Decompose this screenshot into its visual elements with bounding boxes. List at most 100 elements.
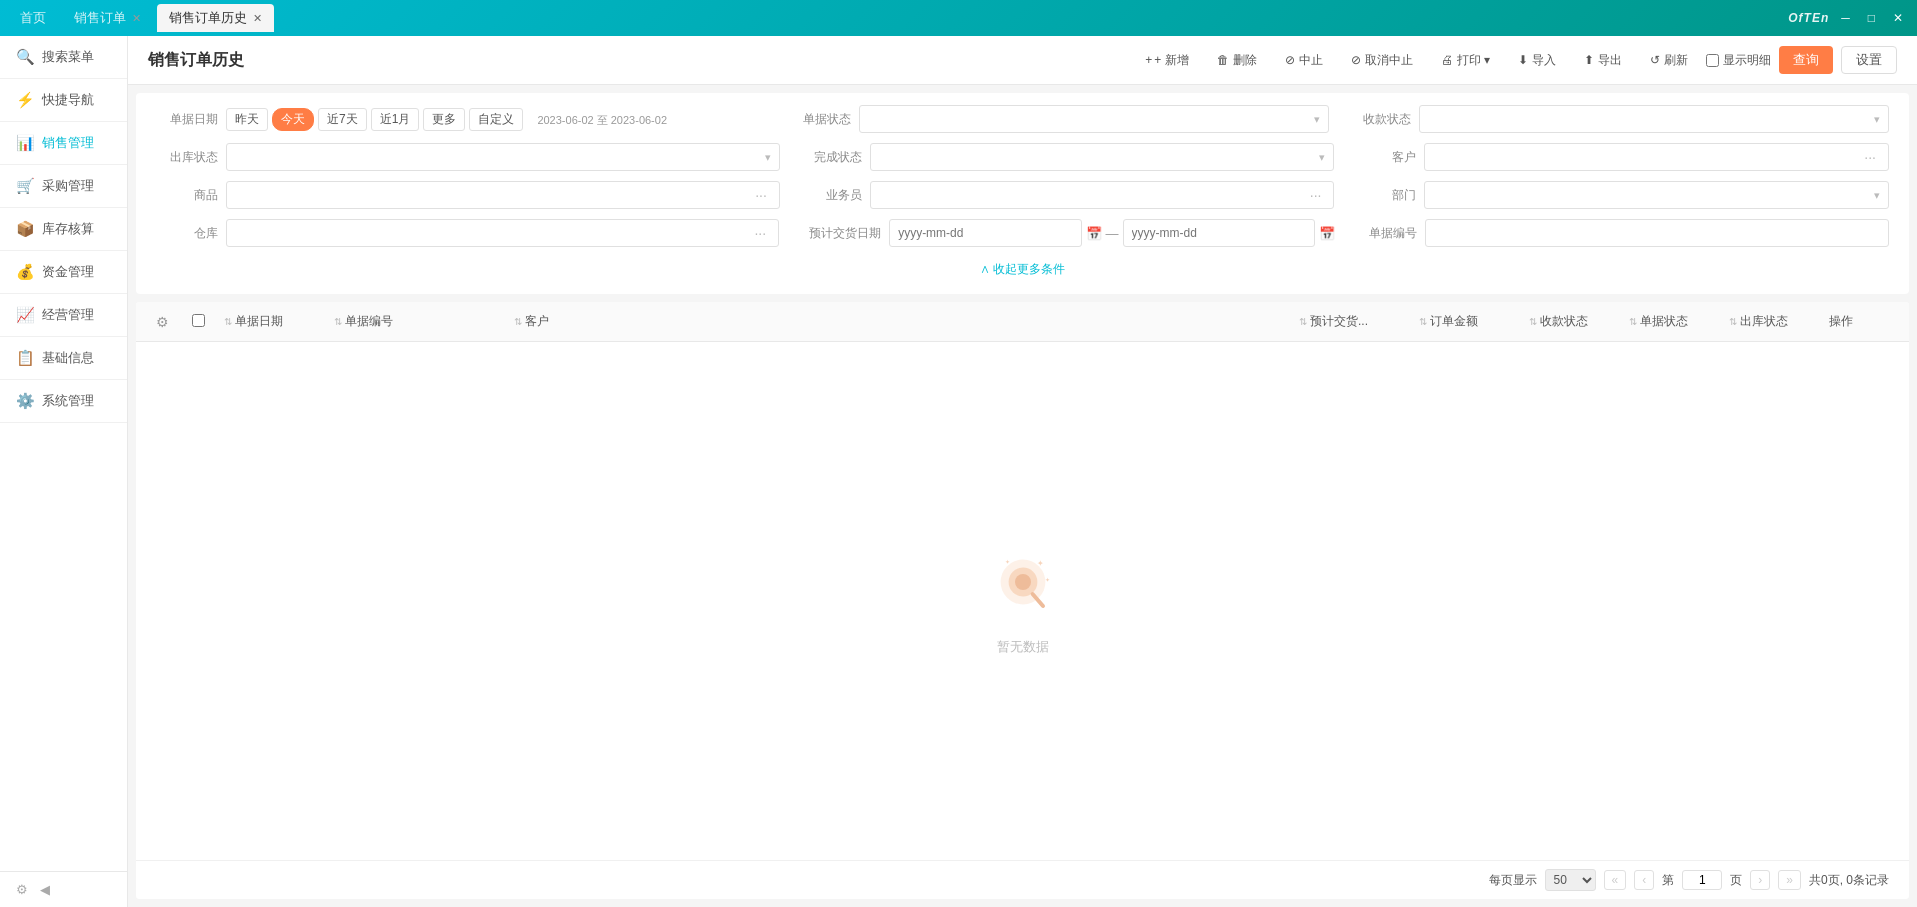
date-btn-7days[interactable]: 近7天 <box>318 108 367 131</box>
tab-home-label: 首页 <box>20 9 46 27</box>
last-page-btn[interactable]: » <box>1778 870 1801 890</box>
tab-sales-order-history[interactable]: 销售订单历史 ✕ <box>157 4 274 32</box>
out-status-chevron-icon: ▾ <box>765 151 771 164</box>
new-button[interactable]: + + 新增 <box>1135 48 1198 73</box>
delivery-date-from[interactable] <box>889 219 1081 247</box>
maximize-btn[interactable]: □ <box>1862 11 1881 25</box>
purchase-icon: 🛒 <box>16 177 34 195</box>
basic-info-icon: 📋 <box>16 349 34 367</box>
date-btn-today[interactable]: 今天 <box>272 108 314 131</box>
sidebar-item-system-label: 系统管理 <box>42 392 94 410</box>
settings-button[interactable]: 设置 <box>1841 46 1897 74</box>
print-icon: 🖨 <box>1441 53 1453 67</box>
th-doc-status[interactable]: ⇅ 单据状态 <box>1621 313 1721 330</box>
next-page-btn[interactable]: › <box>1750 870 1770 890</box>
prev-page-btn[interactable]: ‹ <box>1634 870 1654 890</box>
customer-ellipsis[interactable]: ··· <box>1860 149 1880 165</box>
sidebar-item-search-menu[interactable]: 🔍 搜索菜单 <box>0 36 127 79</box>
tab-home[interactable]: 首页 <box>8 4 58 32</box>
doc-number-input[interactable] <box>1425 219 1889 247</box>
sidebar-bottom: ⚙ ◀ <box>0 871 127 907</box>
status-select[interactable]: ▾ <box>859 105 1329 133</box>
page-size-select[interactable]: 50 20 100 200 <box>1545 869 1596 891</box>
collapse-icon[interactable]: ◀ <box>40 882 50 897</box>
tab-sales-order-close[interactable]: ✕ <box>132 12 141 25</box>
sidebar-item-sales[interactable]: 📊 销售管理 <box>0 122 127 165</box>
table-select-all[interactable] <box>180 314 216 330</box>
sidebar-item-purchase[interactable]: 🛒 采购管理 <box>0 165 127 208</box>
query-button[interactable]: 查询 <box>1779 46 1833 74</box>
show-detail-checkbox[interactable] <box>1706 54 1719 67</box>
pay-status-select[interactable]: ▾ <box>1419 105 1889 133</box>
calendar-from-icon[interactable]: 📅 <box>1086 226 1102 241</box>
sidebar-item-operations[interactable]: 📈 经营管理 <box>0 294 127 337</box>
sort-icon-number: ⇅ <box>334 316 342 327</box>
department-chevron-icon: ▾ <box>1874 189 1880 202</box>
th-action: 操作 <box>1821 313 1901 330</box>
cancel-stop-button[interactable]: ⊘ 取消中止 <box>1341 48 1423 73</box>
date-btn-more[interactable]: 更多 <box>423 108 465 131</box>
page-size-label: 每页显示 <box>1489 872 1537 889</box>
status-label: 单据状态 <box>789 111 859 128</box>
select-all-checkbox[interactable] <box>192 314 205 327</box>
delete-button[interactable]: 🗑 删除 <box>1207 48 1267 73</box>
date-btn-yesterday[interactable]: 昨天 <box>226 108 268 131</box>
customer-input[interactable]: ··· <box>1424 143 1889 171</box>
th-doc-date[interactable]: ⇅ 单据日期 <box>216 313 326 330</box>
warehouse-input[interactable]: ··· <box>226 219 779 247</box>
delivery-date-label: 预计交货日期 <box>799 225 889 242</box>
pay-status-label: 收款状态 <box>1349 111 1419 128</box>
export-button[interactable]: ⬆ 导出 <box>1574 48 1632 73</box>
main-layout: 🔍 搜索菜单 ⚡ 快捷导航 📊 销售管理 🛒 采购管理 📦 库存核算 💰 资金管… <box>0 36 1917 907</box>
sidebar-item-quick-nav[interactable]: ⚡ 快捷导航 <box>0 79 127 122</box>
pagination: 每页显示 50 20 100 200 « ‹ 第 页 › » 共0页, 0条记录 <box>136 860 1909 899</box>
delivery-date-to[interactable] <box>1123 219 1315 247</box>
refresh-button[interactable]: ↺ 刷新 <box>1640 48 1698 73</box>
page-label: 页 <box>1730 872 1742 889</box>
sort-icon-amount: ⇅ <box>1419 316 1427 327</box>
settings-icon[interactable]: ⚙ <box>16 882 28 897</box>
warehouse-ellipsis[interactable]: ··· <box>750 225 770 241</box>
page-go-label: 第 <box>1662 872 1674 889</box>
tab-sales-order-history-label: 销售订单历史 <box>169 9 247 27</box>
sidebar-item-inventory-label: 库存核算 <box>42 220 94 238</box>
stop-button[interactable]: ⊘ 中止 <box>1275 48 1333 73</box>
product-input[interactable]: ··· <box>226 181 780 209</box>
show-detail-checkbox-label[interactable]: 显示明细 <box>1706 52 1771 69</box>
th-customer[interactable]: ⇅ 客户 <box>506 313 1291 330</box>
th-out-status[interactable]: ⇅ 出库状态 <box>1721 313 1821 330</box>
salesperson-ellipsis[interactable]: ··· <box>1306 187 1326 203</box>
out-status-select[interactable]: ▾ <box>226 143 780 171</box>
empty-text: 暂无数据 <box>997 638 1049 656</box>
table-settings-icon[interactable]: ⚙ <box>144 314 180 330</box>
calendar-to-icon[interactable]: 📅 <box>1319 226 1335 241</box>
tab-sales-order[interactable]: 销售订单 ✕ <box>62 4 153 32</box>
th-doc-number[interactable]: ⇅ 单据编号 <box>326 313 506 330</box>
sidebar-item-purchase-label: 采购管理 <box>42 177 94 195</box>
tab-sales-order-history-close[interactable]: ✕ <box>253 12 262 25</box>
salesperson-input[interactable]: ··· <box>870 181 1335 209</box>
complete-status-label: 完成状态 <box>800 149 870 166</box>
collapse-button[interactable]: ∧ 收起更多条件 <box>156 257 1889 282</box>
minimize-btn[interactable]: ─ <box>1835 11 1856 25</box>
complete-status-select[interactable]: ▾ <box>870 143 1335 171</box>
first-page-btn[interactable]: « <box>1604 870 1627 890</box>
date-btn-1month[interactable]: 近1月 <box>371 108 420 131</box>
finance-icon: 💰 <box>16 263 34 281</box>
th-amount[interactable]: ⇅ 订单金额 <box>1411 313 1521 330</box>
sidebar-item-system[interactable]: ⚙️ 系统管理 <box>0 380 127 423</box>
date-btn-custom[interactable]: 自定义 <box>469 108 523 131</box>
sidebar-item-inventory[interactable]: 📦 库存核算 <box>0 208 127 251</box>
product-ellipsis[interactable]: ··· <box>751 187 771 203</box>
close-btn[interactable]: ✕ <box>1887 11 1909 25</box>
print-button[interactable]: 🖨 打印 ▾ <box>1431 48 1500 73</box>
sidebar-item-basic-info[interactable]: 📋 基础信息 <box>0 337 127 380</box>
import-button[interactable]: ⬇ 导入 <box>1508 48 1566 73</box>
date-shortcuts: 昨天 今天 近7天 近1月 更多 自定义 <box>226 108 523 131</box>
th-delivery-date[interactable]: ⇅ 预计交货... <box>1291 313 1411 330</box>
th-pay-status[interactable]: ⇅ 收款状态 <box>1521 313 1621 330</box>
department-select[interactable]: ▾ <box>1424 181 1889 209</box>
sidebar-item-finance[interactable]: 💰 资金管理 <box>0 251 127 294</box>
page-input[interactable] <box>1682 870 1722 890</box>
date-label: 单据日期 <box>156 111 226 128</box>
